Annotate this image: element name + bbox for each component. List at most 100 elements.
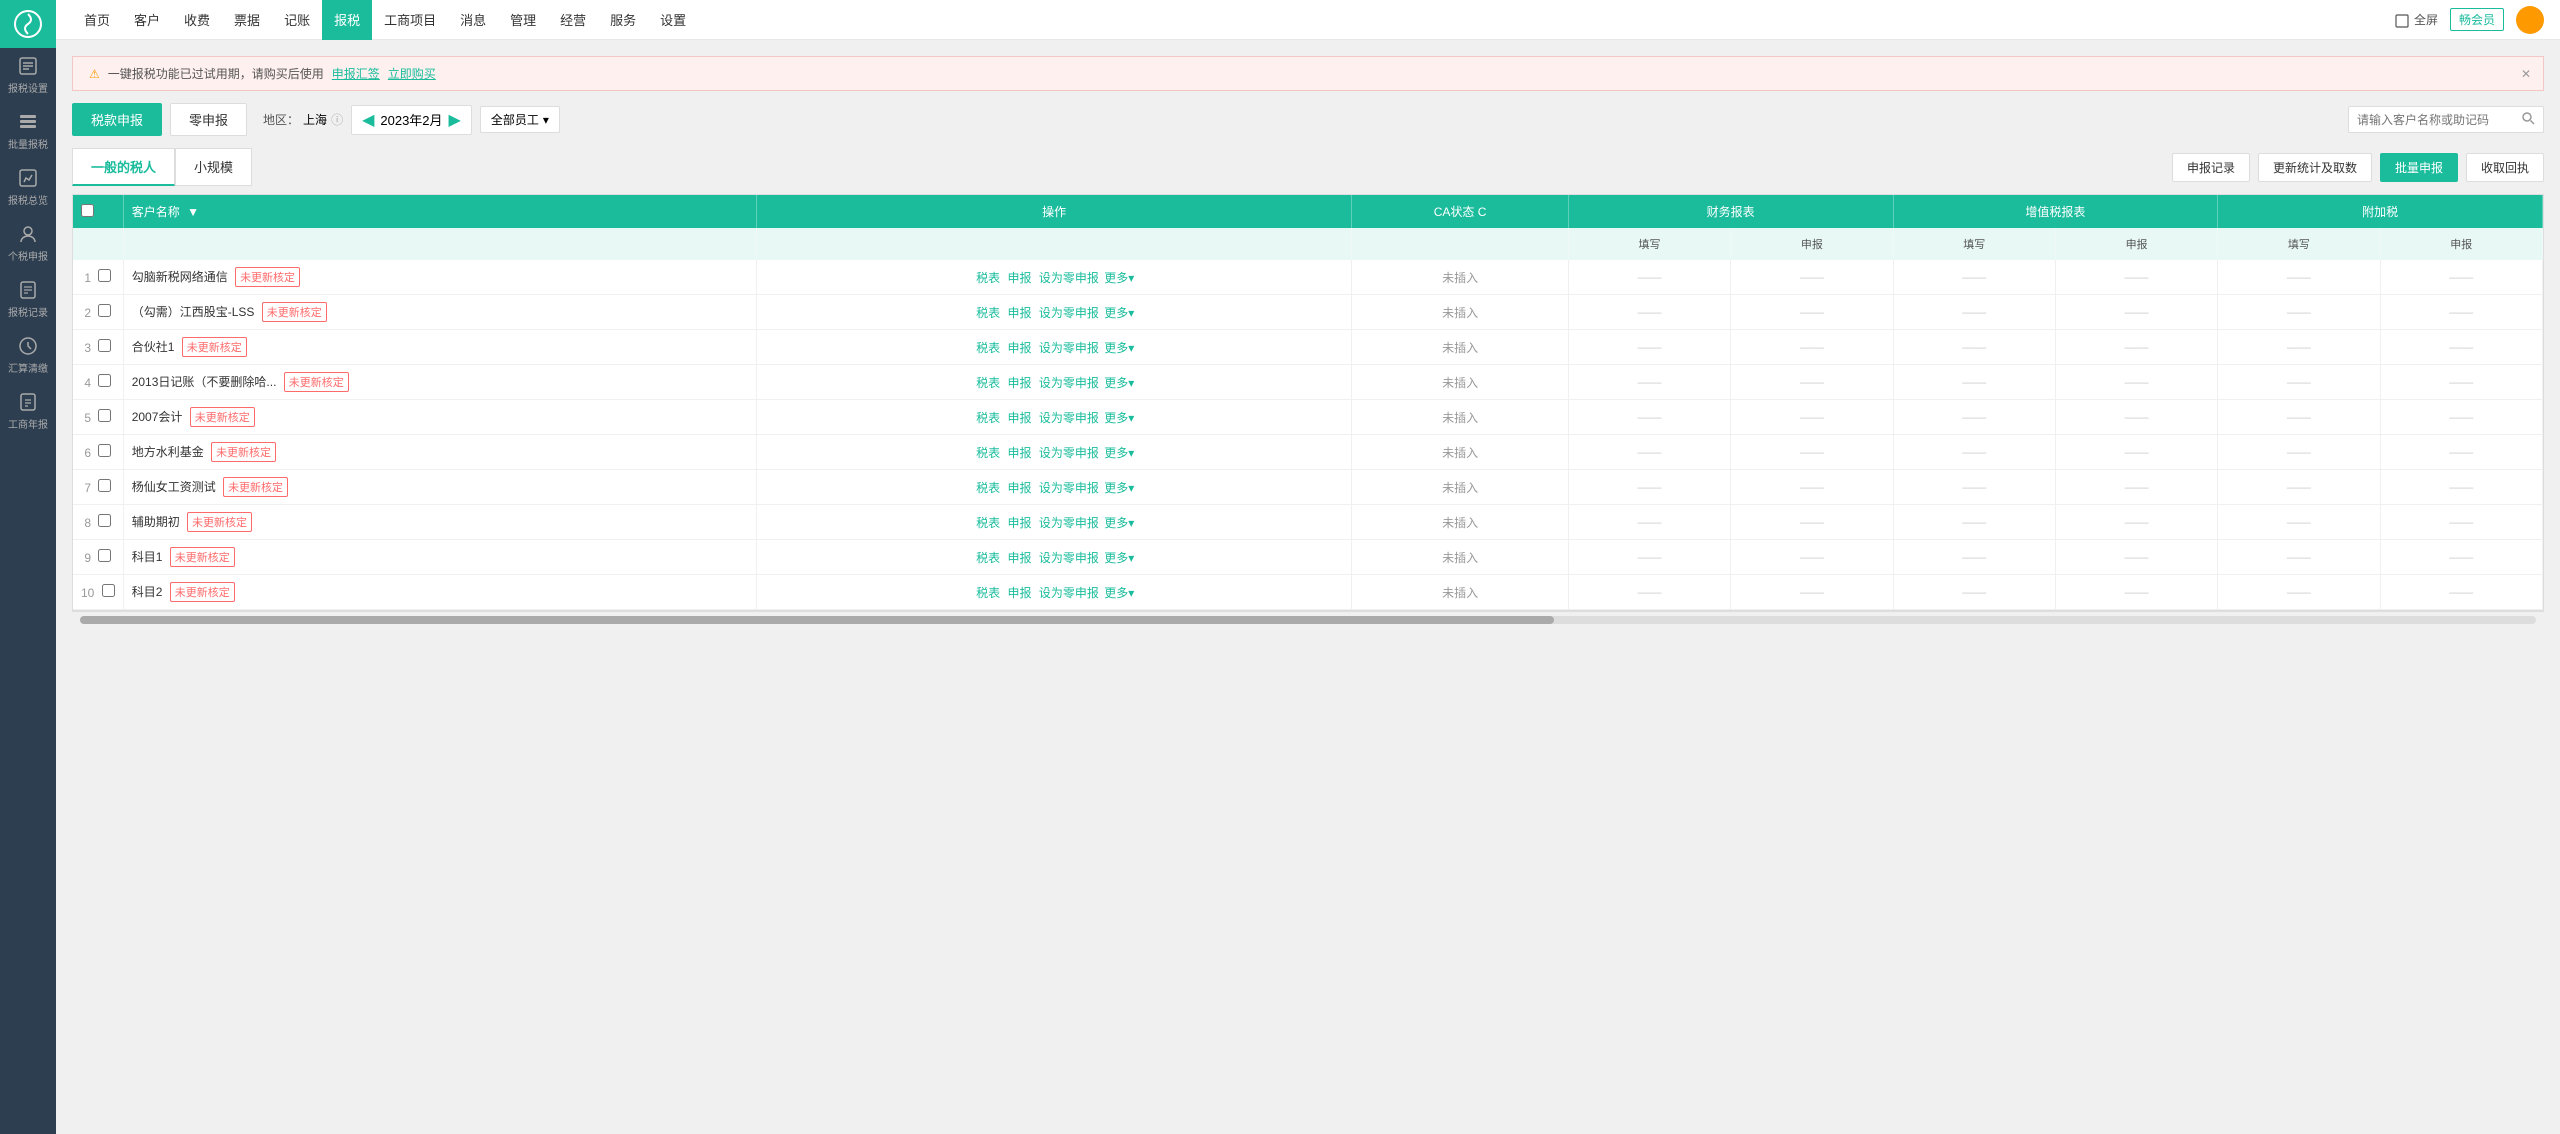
taxpayer-tab-small[interactable]: 小规模 (175, 148, 252, 186)
sidebar-item-personal-tax[interactable]: 个税申报 (0, 216, 56, 272)
op-declare-8[interactable]: 申报 (1007, 551, 1031, 565)
sidebar-item-tax-records[interactable]: 报税记录 (0, 272, 56, 328)
op-more-8[interactable]: 更多▾ (1104, 549, 1134, 566)
row-checkbox-3[interactable] (98, 374, 111, 387)
get-back-btn[interactable]: 收取回执 (2466, 153, 2544, 182)
sidebar-item-annual-report[interactable]: 工商年报 (0, 384, 56, 440)
row-checkbox-8[interactable] (98, 549, 111, 562)
op-zero-2[interactable]: 设为零申报 (1039, 341, 1099, 355)
row-checkbox-9[interactable] (102, 584, 115, 597)
op-taxform-6[interactable]: 税表 (976, 481, 1000, 495)
op-declare-7[interactable]: 申报 (1007, 516, 1031, 530)
op-more-6[interactable]: 更多▾ (1104, 479, 1134, 496)
fullscreen-btn[interactable]: 全屏 (2395, 11, 2438, 28)
op-zero-4[interactable]: 设为零申报 (1039, 411, 1099, 425)
cell-fill1-3: —— (1568, 365, 1730, 400)
info-icon[interactable]: ⓘ (331, 111, 343, 128)
op-taxform-7[interactable]: 税表 (976, 516, 1000, 530)
sidebar-item-annual-report-label: 工商年报 (8, 420, 48, 432)
op-declare-3[interactable]: 申报 (1007, 376, 1031, 390)
employee-filter[interactable]: 全部员工 ▾ (480, 106, 560, 133)
op-declare-0[interactable]: 申报 (1007, 271, 1031, 285)
alert-link-buy[interactable]: 立即购买 (388, 65, 436, 82)
row-checkbox-6[interactable] (98, 479, 111, 492)
row-checkbox-5[interactable] (98, 444, 111, 457)
cell-apply2-7: —— (2055, 505, 2217, 540)
sidebar-item-tax-overview[interactable]: 报税总览 (0, 160, 56, 216)
scroll-track[interactable] (80, 616, 2536, 624)
op-taxform-9[interactable]: 税表 (976, 586, 1000, 600)
search-icon[interactable] (2521, 111, 2535, 128)
sidebar-item-batch-tax[interactable]: 批量报税 (0, 104, 56, 160)
op-more-5[interactable]: 更多▾ (1104, 444, 1134, 461)
nav-management[interactable]: 管理 (498, 0, 548, 40)
apply-record-btn[interactable]: 申报记录 (2172, 153, 2250, 182)
op-taxform-8[interactable]: 税表 (976, 551, 1000, 565)
op-taxform-4[interactable]: 税表 (976, 411, 1000, 425)
op-declare-4[interactable]: 申报 (1007, 411, 1031, 425)
select-all-checkbox[interactable] (81, 204, 94, 217)
nav-services[interactable]: 服务 (598, 0, 648, 40)
nav-operations[interactable]: 经营 (548, 0, 598, 40)
batch-apply-btn[interactable]: 批量申报 (2380, 153, 2458, 182)
row-checkbox-1[interactable] (98, 304, 111, 317)
cell-name-3: 2013日记账（不要删除哈... 未更新核定 (123, 365, 756, 400)
op-taxform-2[interactable]: 税表 (976, 341, 1000, 355)
row-checkbox-7[interactable] (98, 514, 111, 527)
alert-close-btn[interactable]: ✕ (2521, 67, 2531, 81)
op-zero-8[interactable]: 设为零申报 (1039, 551, 1099, 565)
op-zero-5[interactable]: 设为零申报 (1039, 446, 1099, 460)
nav-home[interactable]: 首页 (72, 0, 122, 40)
op-more-2[interactable]: 更多▾ (1104, 339, 1134, 356)
op-more-9[interactable]: 更多▾ (1104, 584, 1134, 601)
nav-clients[interactable]: 客户 (122, 0, 172, 40)
sidebar-item-annual-settle[interactable]: 汇算清缴 (0, 328, 56, 384)
alert-link-submit[interactable]: 申报汇签 (332, 65, 380, 82)
sort-icon[interactable]: ▼ (187, 205, 199, 219)
op-zero-1[interactable]: 设为零申报 (1039, 306, 1099, 320)
op-taxform-0[interactable]: 税表 (976, 271, 1000, 285)
sidebar-item-tax-settings[interactable]: 报税设置 (0, 48, 56, 104)
op-more-7[interactable]: 更多▾ (1104, 514, 1134, 531)
user-avatar[interactable] (2516, 6, 2544, 34)
update-stats-btn[interactable]: 更新统计及取数 (2258, 153, 2372, 182)
op-more-4[interactable]: 更多▾ (1104, 409, 1134, 426)
op-taxform-1[interactable]: 税表 (976, 306, 1000, 320)
op-declare-1[interactable]: 申报 (1007, 306, 1031, 320)
row-checkbox-4[interactable] (98, 409, 111, 422)
table-row: 7 杨仙女工资测试 未更新核定 税表 申报 设为零申报 更多▾ 未插入 —— —… (73, 470, 2543, 505)
date-prev-btn[interactable]: ◀ (362, 110, 374, 130)
op-zero-3[interactable]: 设为零申报 (1039, 376, 1099, 390)
op-more-1[interactable]: 更多▾ (1104, 304, 1134, 321)
nav-business[interactable]: 工商项目 (372, 0, 448, 40)
content-area: ⚠ 一键报税功能已过试用期，请购买后使用 申报汇签 立即购买 ✕ 税款申报 零申… (56, 40, 2560, 1134)
op-zero-0[interactable]: 设为零申报 (1039, 271, 1099, 285)
op-declare-6[interactable]: 申报 (1007, 481, 1031, 495)
op-more-3[interactable]: 更多▾ (1104, 374, 1134, 391)
op-declare-5[interactable]: 申报 (1007, 446, 1031, 460)
nav-invoices[interactable]: 票据 (222, 0, 272, 40)
op-taxform-3[interactable]: 税表 (976, 376, 1000, 390)
op-zero-6[interactable]: 设为零申报 (1039, 481, 1099, 495)
op-more-0[interactable]: 更多▾ (1104, 269, 1134, 286)
cell-fill1-9: —— (1568, 575, 1730, 610)
upgrade-btn[interactable]: 畅会员 (2450, 8, 2504, 31)
taxpayer-tab-general[interactable]: 一般的税人 (72, 148, 175, 186)
nav-settings[interactable]: 设置 (648, 0, 698, 40)
search-input[interactable] (2357, 113, 2517, 127)
op-zero-7[interactable]: 设为零申报 (1039, 516, 1099, 530)
op-taxform-5[interactable]: 税表 (976, 446, 1000, 460)
nav-bookkeeping[interactable]: 记账 (272, 0, 322, 40)
date-next-btn[interactable]: ▶ (449, 110, 461, 130)
row-checkbox-2[interactable] (98, 339, 111, 352)
tab-tax-declaration[interactable]: 税款申报 (72, 103, 162, 136)
op-zero-9[interactable]: 设为零申报 (1039, 586, 1099, 600)
nav-messages[interactable]: 消息 (448, 0, 498, 40)
nav-tax[interactable]: 报税 (322, 0, 372, 40)
nav-billing[interactable]: 收费 (172, 0, 222, 40)
row-checkbox-0[interactable] (98, 269, 111, 282)
cell-fill1-7: —— (1568, 505, 1730, 540)
tab-zero-declaration[interactable]: 零申报 (170, 103, 247, 136)
op-declare-9[interactable]: 申报 (1007, 586, 1031, 600)
op-declare-2[interactable]: 申报 (1007, 341, 1031, 355)
